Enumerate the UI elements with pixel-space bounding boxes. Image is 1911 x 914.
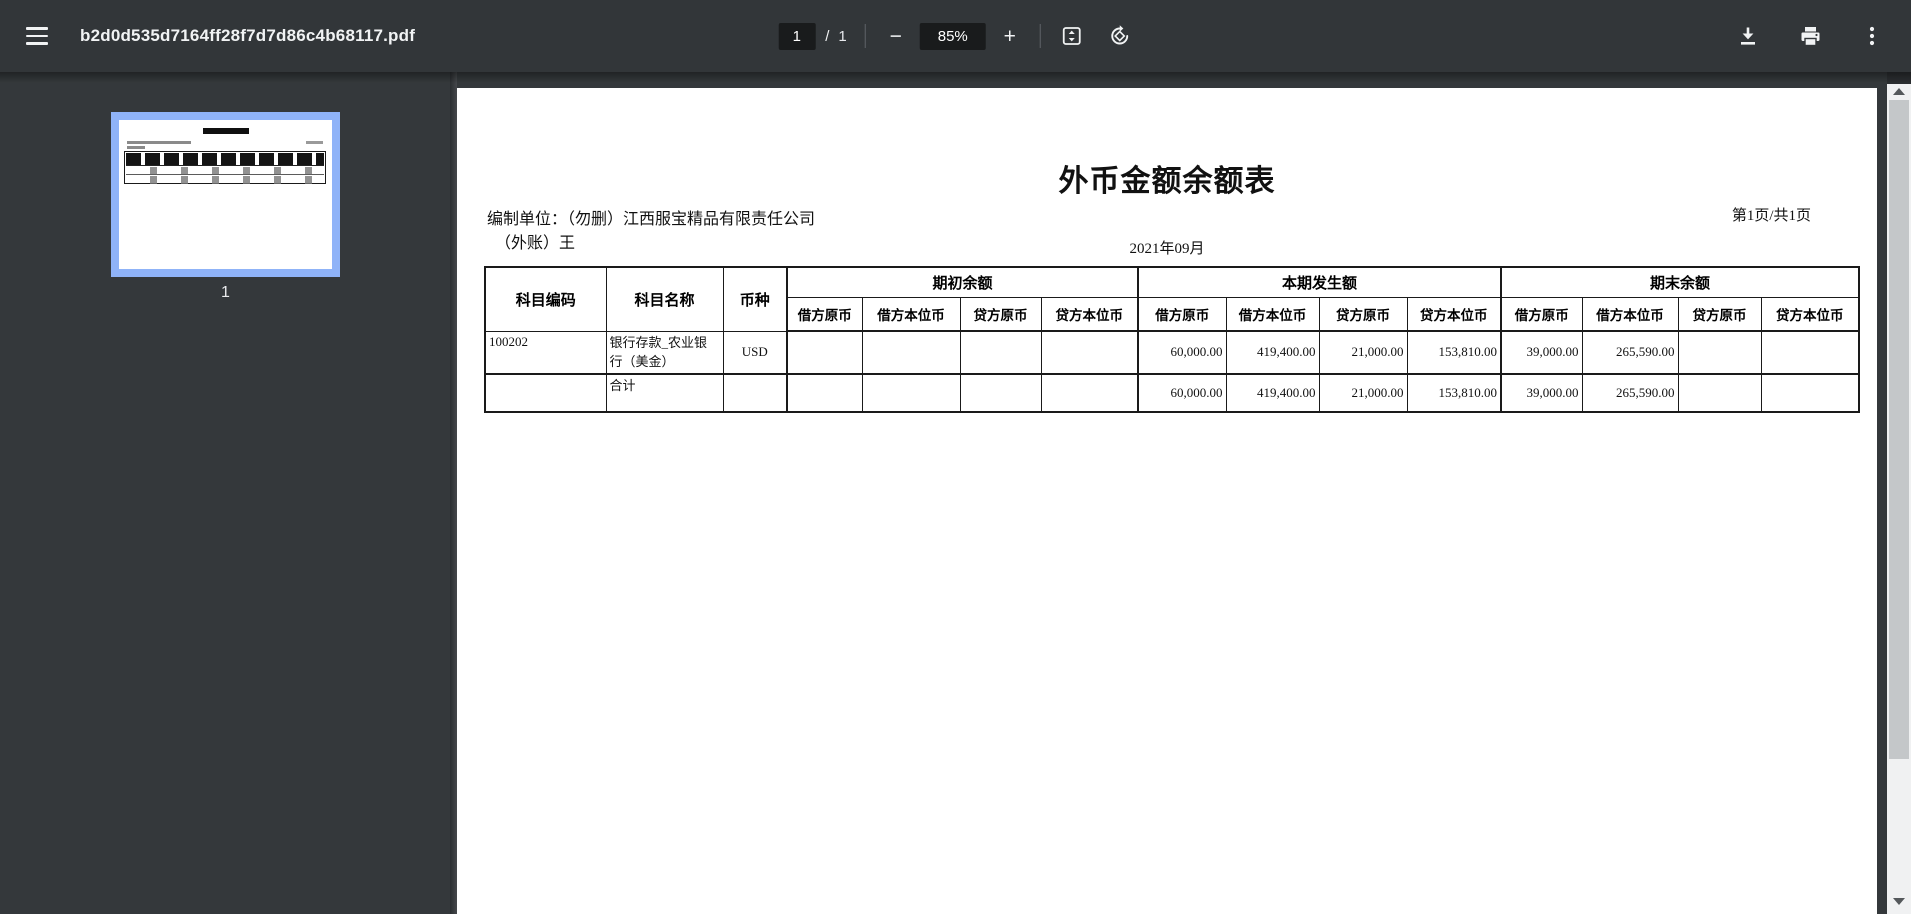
cell-account-name: 银行存款_农业银行（美金） [605, 330, 724, 375]
sidebar-divider [450, 72, 457, 914]
print-icon[interactable] [1797, 23, 1823, 49]
cell-account-code [484, 373, 607, 413]
sub-header: 借方本位币 [1581, 296, 1679, 332]
cell-value [786, 373, 863, 413]
toolbar-divider [864, 24, 866, 48]
cell-value: 153,810.00 [1406, 373, 1502, 413]
group-header-current: 本期发生额 [1137, 266, 1502, 298]
more-menu-icon[interactable] [1859, 23, 1885, 49]
cell-total-label: 合计 [605, 373, 724, 413]
col-header-currency: 币种 [722, 266, 788, 332]
cell-account-code: 100202 [484, 330, 607, 375]
cell-value [1040, 330, 1139, 375]
vertical-scrollbar[interactable] [1887, 72, 1911, 914]
cell-value [1677, 373, 1762, 413]
thumbnail-table-smudge [124, 151, 326, 184]
cell-value [861, 373, 961, 413]
page-total-count: 1 [838, 27, 847, 45]
thumbnail-page-preview [119, 120, 332, 269]
sub-header: 贷方原币 [1677, 296, 1762, 332]
pdf-viewer-window: b2d0d535d7164ff28f7d7d86c4b68117.pdf 1 /… [0, 0, 1911, 914]
toolbar-right-section [1735, 0, 1911, 72]
cell-value [1760, 330, 1860, 375]
page-number-input[interactable]: 1 [778, 22, 816, 50]
cell-value: 153,810.00 [1406, 330, 1502, 375]
table-total-row: 合计 60,000.00 419,400.00 21,000.00 153,81… [484, 373, 1860, 413]
col-header-account-code: 科目编码 [484, 266, 607, 332]
sub-header: 贷方本位币 [1760, 296, 1860, 332]
cell-value: 21,000.00 [1318, 373, 1408, 413]
document-title: 外币金额余额表 [1058, 165, 1276, 198]
thumbnail-title-smudge [202, 128, 249, 134]
sub-header: 贷方本位币 [1406, 296, 1502, 332]
rotate-icon[interactable] [1107, 23, 1133, 49]
pdf-toolbar: b2d0d535d7164ff28f7d7d86c4b68117.pdf 1 /… [0, 0, 1911, 72]
cell-value: 265,590.00 [1581, 330, 1679, 375]
scrollbar-top-cap [1887, 72, 1911, 84]
table-row: 100202 银行存款_农业银行（美金） USD 60,000.00 419,4… [484, 330, 1860, 375]
thumbnail-sidebar: 1 [0, 72, 450, 914]
page-separator: / [825, 27, 830, 45]
thumbnail-text-smudge [306, 141, 323, 144]
cell-value [959, 373, 1042, 413]
sub-header: 借方本位币 [861, 296, 961, 332]
zoom-in-icon[interactable]: + [998, 26, 1022, 47]
group-header-closing: 期末余额 [1500, 266, 1860, 298]
col-header-account-name: 科目名称 [605, 266, 724, 332]
sub-header: 贷方原币 [1318, 296, 1408, 332]
sub-header: 贷方原币 [959, 296, 1042, 332]
cell-value [786, 330, 863, 375]
toolbar-page-controls: 1 / 1 − 85% + [778, 0, 1133, 72]
sub-header: 借方本位币 [1225, 296, 1320, 332]
cell-value: 39,000.00 [1500, 373, 1583, 413]
pdf-viewer-area: 外币金额余额表 编制单位：（勿删）江西服宝精品有限责任公司 （外账）王 第1页/… [457, 72, 1887, 914]
menu-icon[interactable] [26, 24, 50, 48]
scroll-down-icon[interactable] [1893, 898, 1905, 905]
cell-value: 21,000.00 [1318, 330, 1408, 375]
page-thumbnail[interactable] [111, 112, 340, 277]
zoom-level-input[interactable]: 85% [919, 22, 986, 50]
thumbnail-text-smudge [127, 141, 191, 144]
fit-to-page-icon[interactable] [1059, 23, 1085, 49]
cell-value [1040, 373, 1139, 413]
cell-value: 60,000.00 [1137, 373, 1227, 413]
thumbnail-text-smudge [127, 146, 145, 149]
sub-header: 借方原币 [786, 296, 863, 332]
cell-value [959, 330, 1042, 375]
thumbnail-page-number: 1 [221, 284, 230, 301]
cell-value: 39,000.00 [1500, 330, 1583, 375]
cell-value: 419,400.00 [1225, 373, 1320, 413]
zoom-out-icon[interactable]: − [884, 26, 908, 47]
sub-header: 借方原币 [1500, 296, 1583, 332]
sub-header: 借方原币 [1137, 296, 1227, 332]
page-indicator: 第1页/共1页 [1731, 208, 1811, 224]
cell-currency: USD [722, 330, 788, 375]
toolbar-left-section: b2d0d535d7164ff28f7d7d86c4b68117.pdf [0, 24, 415, 48]
prepared-by-line: 编制单位：（勿删）江西服宝精品有限责任公司 [487, 211, 816, 228]
cell-value: 419,400.00 [1225, 330, 1320, 375]
pdf-page: 外币金额余额表 编制单位：（勿删）江西服宝精品有限责任公司 （外账）王 第1页/… [457, 88, 1877, 914]
cell-value [1677, 330, 1762, 375]
report-period: 2021年09月 [1129, 241, 1205, 257]
download-icon[interactable] [1735, 23, 1761, 49]
scrollbar-thumb[interactable] [1889, 100, 1909, 759]
cell-currency [722, 373, 788, 413]
document-filename: b2d0d535d7164ff28f7d7d86c4b68117.pdf [80, 26, 416, 45]
toolbar-divider [1039, 24, 1041, 48]
cell-value [1760, 373, 1860, 413]
cell-value [861, 330, 961, 375]
cell-value: 60,000.00 [1137, 330, 1227, 375]
balance-table: 科目编码 科目名称 币种 期初余额 本期发生额 期末余额 借方原币 借方本位币 … [484, 266, 1861, 413]
sub-header: 贷方本位币 [1040, 296, 1139, 332]
scroll-up-icon[interactable] [1893, 88, 1905, 95]
cell-value: 265,590.00 [1581, 373, 1679, 413]
group-header-opening: 期初余额 [785, 266, 1139, 298]
